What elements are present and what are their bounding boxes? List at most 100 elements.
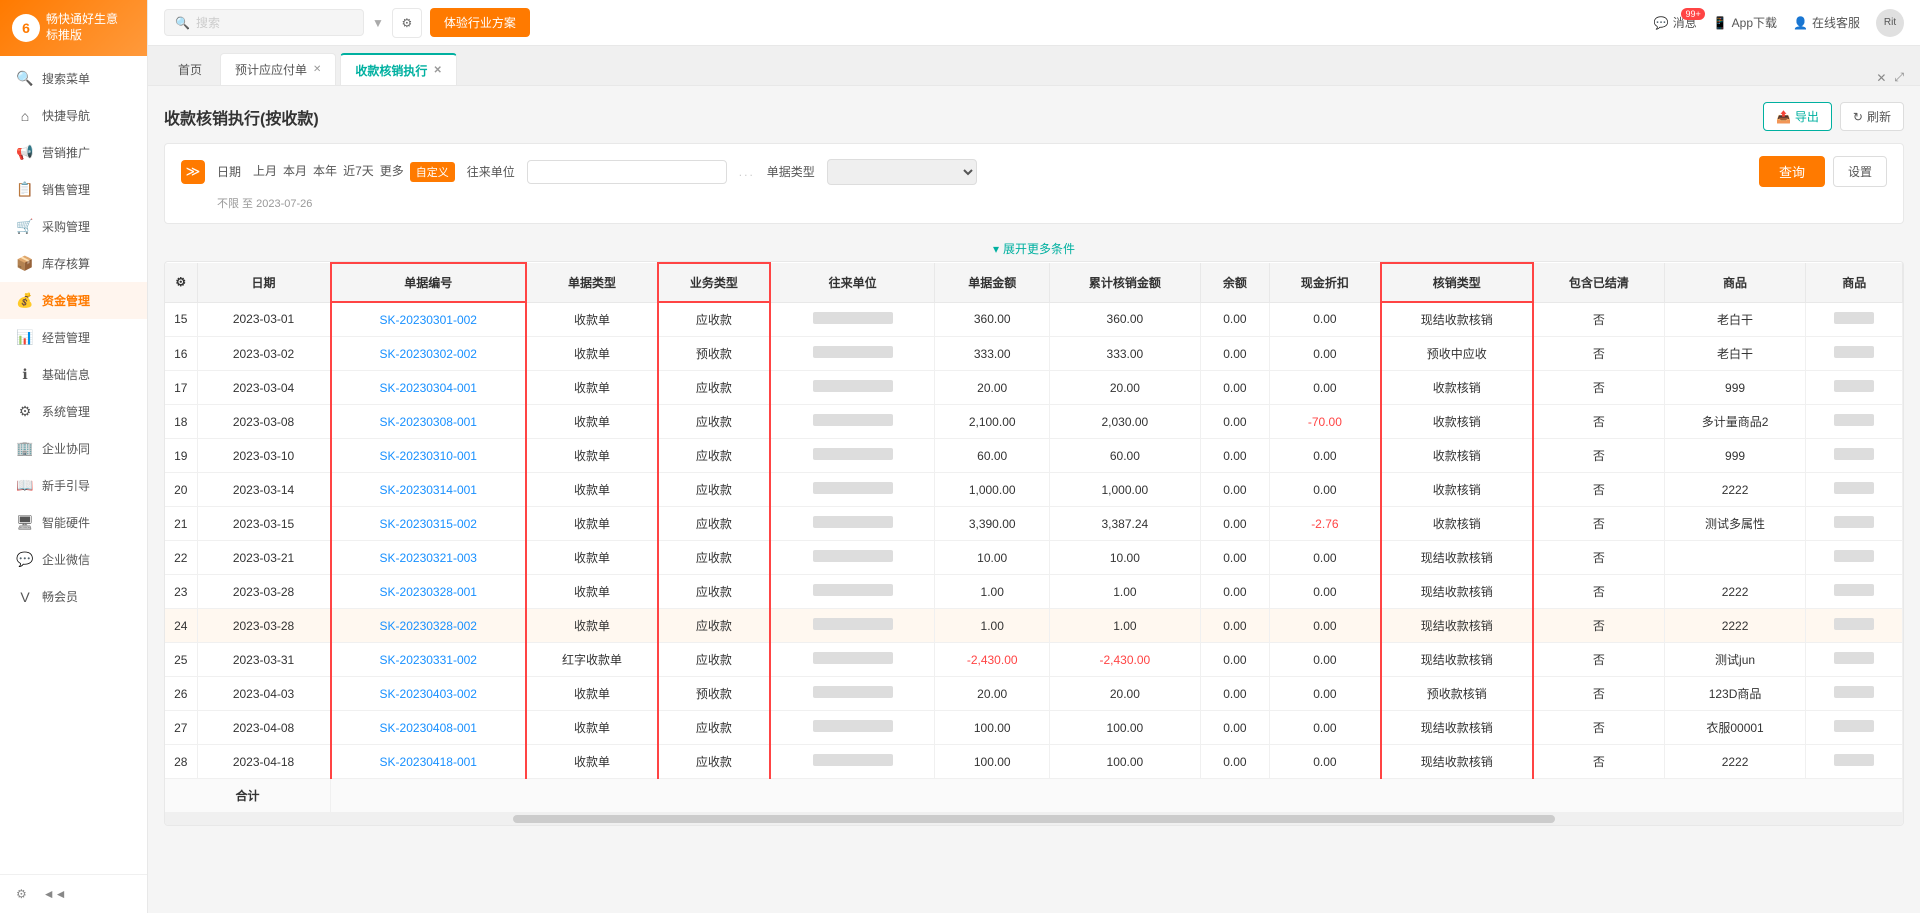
doc-link[interactable]: SK-20230328-001: [380, 585, 477, 599]
doc-link[interactable]: SK-20230310-001: [380, 449, 477, 463]
cell-amount: 20.00: [935, 371, 1050, 405]
col-verifytype-header[interactable]: 核销类型: [1381, 263, 1533, 302]
doc-link[interactable]: SK-20230403-002: [380, 687, 477, 701]
doc-link[interactable]: SK-20230315-002: [380, 517, 477, 531]
date-7days[interactable]: 近7天: [343, 162, 374, 182]
sidebar-item-hardware[interactable]: 🖥 智能硬件: [0, 504, 147, 541]
filter-settings-button[interactable]: 设置: [1833, 156, 1887, 187]
doc-link[interactable]: SK-20230308-001: [380, 415, 477, 429]
table-row[interactable]: 15 2023-03-01 SK-20230301-002 收款单 应收款 36…: [165, 302, 1903, 337]
table-row[interactable]: 20 2023-03-14 SK-20230314-001 收款单 应收款 1,…: [165, 473, 1903, 507]
tab-prepay[interactable]: 预计应应付单 ✕: [220, 53, 336, 85]
table-row[interactable]: 23 2023-03-28 SK-20230328-001 收款单 应收款 1.…: [165, 575, 1903, 609]
date-more[interactable]: 更多: [380, 162, 404, 182]
date-last-month[interactable]: 上月: [253, 162, 277, 182]
sidebar-item-sales[interactable]: 📋 销售管理: [0, 171, 147, 208]
scroll-thumb[interactable]: [513, 815, 1556, 823]
horizontal-scrollbar[interactable]: [165, 813, 1903, 825]
expand-more-bar[interactable]: ▾ 展开更多条件: [164, 236, 1904, 261]
sidebar-item-purchase[interactable]: 🛒 采购管理: [0, 208, 147, 245]
column-settings-icon[interactable]: ⚙: [175, 275, 186, 289]
tab-collection[interactable]: 收款核销执行 ✕: [340, 53, 456, 85]
date-this-year[interactable]: 本年: [313, 162, 337, 182]
table-row[interactable]: 28 2023-04-18 SK-20230418-001 收款单 应收款 10…: [165, 745, 1903, 779]
doc-link[interactable]: SK-20230304-001: [380, 381, 477, 395]
user-avatar[interactable]: Rit: [1876, 9, 1904, 37]
doc-link[interactable]: SK-20230314-001: [380, 483, 477, 497]
col-biztype-header[interactable]: 业务类型: [658, 263, 770, 302]
col-date-header[interactable]: 日期: [197, 263, 331, 302]
tab-home[interactable]: 首页: [164, 53, 216, 85]
table-row[interactable]: 27 2023-04-08 SK-20230408-001 收款单 应收款 10…: [165, 711, 1903, 745]
collapse-icon[interactable]: ◄◄: [43, 887, 67, 901]
tab-collection-close[interactable]: ✕: [433, 65, 441, 76]
settings-bottom-icon[interactable]: ⚙: [16, 887, 27, 901]
doc-link[interactable]: SK-20230301-002: [380, 313, 477, 327]
export-button[interactable]: 📤 导出: [1763, 102, 1832, 131]
tab-close-icon[interactable]: ✕: [1876, 71, 1886, 85]
doc-link[interactable]: SK-20230331-002: [380, 653, 477, 667]
table-row[interactable]: 17 2023-03-04 SK-20230304-001 收款单 应收款 20…: [165, 371, 1903, 405]
tab-prepay-close[interactable]: ✕: [313, 64, 321, 75]
cell-partner: [770, 371, 935, 405]
doc-type-select[interactable]: [827, 159, 977, 185]
doc-link[interactable]: SK-20230302-002: [380, 347, 477, 361]
cell-settled: 否: [1533, 711, 1664, 745]
table-row[interactable]: 25 2023-03-31 SK-20230331-002 红字收款单 应收款 …: [165, 643, 1903, 677]
cell-verifytype: 收款核销: [1381, 405, 1533, 439]
sidebar-item-wechat[interactable]: 💬 企业微信: [0, 541, 147, 578]
doc-link[interactable]: SK-20230321-003: [380, 551, 477, 565]
filter-expand-button[interactable]: ≫: [181, 160, 205, 184]
table-row[interactable]: 21 2023-03-15 SK-20230315-002 收款单 应收款 3,…: [165, 507, 1903, 541]
col-verified-header[interactable]: 累计核销金额: [1050, 263, 1201, 302]
sidebar-item-guide[interactable]: 📖 新手引导: [0, 467, 147, 504]
cell-verified: 1,000.00: [1050, 473, 1201, 507]
sidebar-item-system[interactable]: ⚙ 系统管理: [0, 393, 147, 430]
col-docno-header[interactable]: 单据编号: [331, 263, 526, 302]
message-button[interactable]: 💬 消息 99+: [1654, 14, 1697, 31]
sidebar-item-marketing[interactable]: 📢 营销推广: [0, 134, 147, 171]
col-amount-header[interactable]: 单据金额: [935, 263, 1050, 302]
col-partner-header[interactable]: 往来单位: [770, 263, 935, 302]
doc-link[interactable]: SK-20230408-001: [380, 721, 477, 735]
table-row[interactable]: 16 2023-03-02 SK-20230302-002 收款单 预收款 33…: [165, 337, 1903, 371]
tab-maximize-icon[interactable]: ⤢: [1894, 70, 1904, 85]
refresh-button[interactable]: ↻ 刷新: [1840, 102, 1904, 131]
service-btn[interactable]: 👤 在线客服: [1793, 14, 1860, 31]
cell-docno: SK-20230331-002: [331, 643, 526, 677]
sidebar-label-purchase: 采购管理: [42, 218, 90, 235]
partner-input[interactable]: [527, 160, 727, 184]
col-settled-header[interactable]: 包含已结清: [1533, 263, 1664, 302]
table-row[interactable]: 19 2023-03-10 SK-20230310-001 收款单 应收款 60…: [165, 439, 1903, 473]
sidebar-item-finance[interactable]: 💰 资金管理: [0, 282, 147, 319]
dropdown-arrow[interactable]: ▼: [372, 16, 384, 30]
sidebar-item-quick[interactable]: ⌂ 快捷导航: [0, 97, 147, 134]
col-balance-header[interactable]: 余额: [1200, 263, 1269, 302]
table-row[interactable]: 22 2023-03-21 SK-20230321-003 收款单 应收款 10…: [165, 541, 1903, 575]
table-row[interactable]: 26 2023-04-03 SK-20230403-002 收款单 预收款 20…: [165, 677, 1903, 711]
sidebar-label-system: 系统管理: [42, 403, 90, 420]
app-download-btn[interactable]: 📱 App下载: [1713, 14, 1777, 31]
table-row[interactable]: 24 2023-03-28 SK-20230328-002 收款单 应收款 1.…: [165, 609, 1903, 643]
col-goods1-header[interactable]: 商品: [1664, 263, 1806, 302]
date-this-month[interactable]: 本月: [283, 162, 307, 182]
sidebar-item-basic[interactable]: ℹ 基础信息: [0, 356, 147, 393]
sidebar-item-enterprise[interactable]: 🏢 企业协同: [0, 430, 147, 467]
col-discount-header[interactable]: 现金折扣: [1270, 263, 1381, 302]
col-goods2-header[interactable]: 商品: [1806, 263, 1903, 302]
sidebar-item-operation[interactable]: 📊 经营管理: [0, 319, 147, 356]
query-button[interactable]: 查询: [1759, 156, 1825, 187]
doc-link[interactable]: SK-20230328-002: [380, 619, 477, 633]
sidebar-item-inventory[interactable]: 📦 库存核算: [0, 245, 147, 282]
settings-btn-top[interactable]: ⚙: [392, 8, 422, 38]
sidebar-item-search[interactable]: 🔍 搜索菜单: [0, 60, 147, 97]
col-doctype-header[interactable]: 单据类型: [526, 263, 658, 302]
custom-date-button[interactable]: 自定义: [410, 162, 455, 182]
col-settings-header[interactable]: ⚙: [165, 263, 197, 302]
table-row[interactable]: 18 2023-03-08 SK-20230308-001 收款单 应收款 2,…: [165, 405, 1903, 439]
sidebar-item-member[interactable]: V 畅会员: [0, 578, 147, 615]
cell-settled: 否: [1533, 337, 1664, 371]
solution-button[interactable]: 体验行业方案: [430, 8, 530, 37]
doc-link[interactable]: SK-20230418-001: [380, 755, 477, 769]
search-box[interactable]: 🔍 搜索: [164, 9, 364, 36]
